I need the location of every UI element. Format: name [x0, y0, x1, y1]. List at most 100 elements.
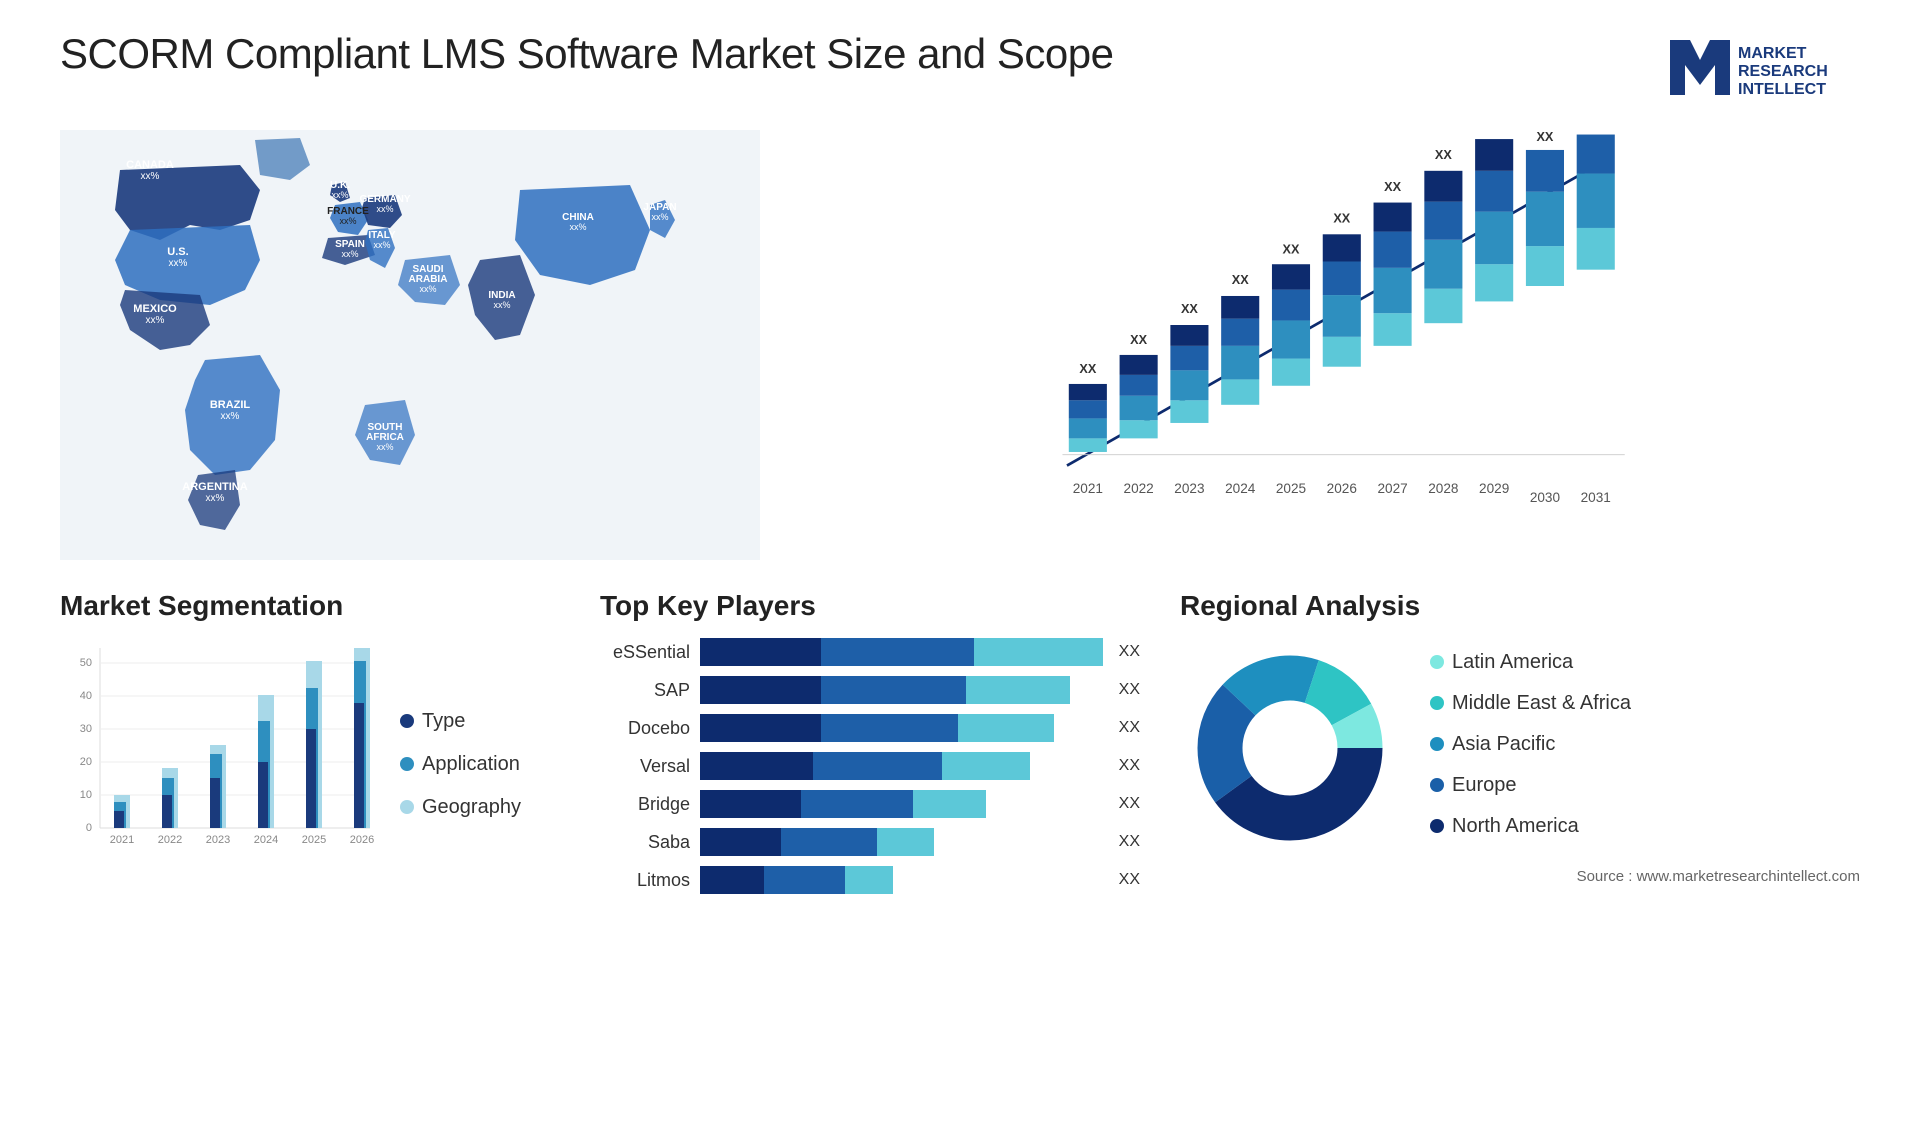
svg-text:xx%: xx%: [569, 222, 586, 232]
player-bar: [700, 752, 1103, 780]
legend-middle-east: Middle East & Africa: [1430, 692, 1631, 715]
svg-text:XX: XX: [1232, 273, 1249, 287]
svg-text:xx%: xx%: [206, 493, 225, 504]
svg-text:0: 0: [86, 822, 92, 834]
legend-north-america: North America: [1430, 815, 1631, 838]
svg-text:2021: 2021: [1073, 481, 1103, 496]
list-item: Bridge XX: [600, 790, 1140, 818]
svg-text:XX: XX: [1283, 242, 1300, 256]
svg-text:XX: XX: [1181, 302, 1198, 316]
svg-text:XX: XX: [1587, 130, 1604, 133]
svg-text:2021: 2021: [110, 834, 134, 846]
svg-text:XX: XX: [1486, 130, 1503, 133]
application-label: Application: [422, 753, 520, 776]
list-item: Versal XX: [600, 752, 1140, 780]
legend-application: Application: [400, 753, 521, 776]
players-list: eSSential XX SAP XX: [600, 638, 1140, 894]
list-item: Litmos XX: [600, 866, 1140, 894]
svg-text:xx%: xx%: [341, 249, 358, 259]
key-players-section: Top Key Players eSSential XX SAP: [600, 590, 1140, 910]
svg-text:xx%: xx%: [141, 171, 160, 182]
legend-latin-america: Latin America: [1430, 651, 1631, 674]
growth-chart-svg: XX 2021 XX 2022 XX 2023: [800, 130, 1860, 520]
source-text: Source : www.marketresearchintellect.com: [1180, 868, 1860, 885]
middle-east-label: Middle East & Africa: [1452, 692, 1631, 715]
player-name: SAP: [600, 680, 690, 701]
player-name: Docebo: [600, 718, 690, 739]
svg-text:2024: 2024: [254, 834, 278, 846]
legend-asia-pacific: Asia Pacific: [1430, 733, 1631, 756]
svg-text:2030: 2030: [1530, 490, 1561, 505]
svg-text:xx%: xx%: [373, 240, 390, 250]
world-map: CANADA xx% U.S. xx% MEXICO xx% BRAZIL xx…: [60, 130, 760, 560]
svg-text:MARKET: MARKET: [1738, 45, 1807, 62]
svg-text:2025: 2025: [1276, 481, 1306, 496]
svg-text:20: 20: [80, 756, 92, 768]
legend-type: Type: [400, 710, 521, 733]
svg-text:2027: 2027: [1377, 481, 1407, 496]
svg-text:BRAZIL: BRAZIL: [210, 399, 251, 411]
player-value: XX: [1119, 719, 1140, 737]
europe-dot: [1430, 778, 1444, 792]
player-name: Bridge: [600, 794, 690, 815]
svg-text:U.S.: U.S.: [167, 246, 188, 258]
bottom-section: Market Segmentation 0 10 20 30: [60, 590, 1860, 910]
logo-area: MARKET RESEARCH INTELLECT: [1660, 30, 1860, 110]
svg-text:XX: XX: [1435, 148, 1452, 162]
svg-text:xx%: xx%: [146, 315, 165, 326]
svg-text:2025: 2025: [302, 834, 326, 846]
segmentation-title: Market Segmentation: [60, 590, 560, 622]
svg-text:2026: 2026: [350, 834, 374, 846]
asia-pacific-dot: [1430, 737, 1444, 751]
svg-text:xx%: xx%: [221, 411, 240, 422]
svg-text:2023: 2023: [1174, 481, 1204, 496]
regional-section: Regional Analysis: [1180, 590, 1860, 910]
legend-europe: Europe: [1430, 774, 1631, 797]
svg-text:RESEARCH: RESEARCH: [1738, 63, 1828, 80]
svg-text:xx%: xx%: [376, 442, 393, 452]
page: SCORM Compliant LMS Software Market Size…: [0, 0, 1920, 1146]
svg-text:50: 50: [80, 657, 92, 669]
player-bar: [700, 714, 1103, 742]
list-item: eSSential XX: [600, 638, 1140, 666]
player-name: Versal: [600, 756, 690, 777]
svg-text:CANADA: CANADA: [126, 159, 174, 171]
top-section: CANADA xx% U.S. xx% MEXICO xx% BRAZIL xx…: [60, 130, 1860, 560]
svg-text:ARGENTINA: ARGENTINA: [182, 481, 247, 493]
svg-text:XX: XX: [1079, 362, 1096, 376]
list-item: Saba XX: [600, 828, 1140, 856]
regional-legend: Latin America Middle East & Africa Asia …: [1430, 651, 1631, 846]
player-name: eSSential: [600, 642, 690, 663]
player-value: XX: [1119, 871, 1140, 889]
geography-dot: [400, 800, 414, 814]
page-title: SCORM Compliant LMS Software Market Size…: [60, 30, 1113, 78]
player-bar: [700, 866, 1103, 894]
svg-text:2026: 2026: [1327, 481, 1357, 496]
svg-text:40: 40: [80, 690, 92, 702]
player-value: XX: [1119, 643, 1140, 661]
svg-text:INTELLECT: INTELLECT: [1738, 81, 1826, 98]
player-bar: [700, 676, 1103, 704]
svg-text:10: 10: [80, 789, 92, 801]
application-dot: [400, 757, 414, 771]
svg-text:2022: 2022: [158, 834, 182, 846]
svg-text:xx%: xx%: [493, 300, 510, 310]
segmentation-legend: Type Application Geography: [400, 638, 521, 898]
svg-text:MEXICO: MEXICO: [133, 303, 177, 315]
svg-text:xx%: xx%: [376, 204, 393, 214]
svg-text:2022: 2022: [1124, 481, 1154, 496]
svg-text:2023: 2023: [206, 834, 230, 846]
player-value: XX: [1119, 681, 1140, 699]
europe-label: Europe: [1452, 774, 1517, 797]
latin-america-label: Latin America: [1452, 651, 1573, 674]
svg-text:XX: XX: [1384, 180, 1401, 194]
type-label: Type: [422, 710, 465, 733]
asia-pacific-label: Asia Pacific: [1452, 733, 1555, 756]
segmentation-section: Market Segmentation 0 10 20 30: [60, 590, 560, 910]
header: SCORM Compliant LMS Software Market Size…: [60, 30, 1860, 110]
player-value: XX: [1119, 757, 1140, 775]
svg-text:2029: 2029: [1479, 481, 1509, 496]
geography-label: Geography: [422, 796, 521, 819]
svg-text:XX: XX: [1536, 130, 1553, 144]
list-item: SAP XX: [600, 676, 1140, 704]
